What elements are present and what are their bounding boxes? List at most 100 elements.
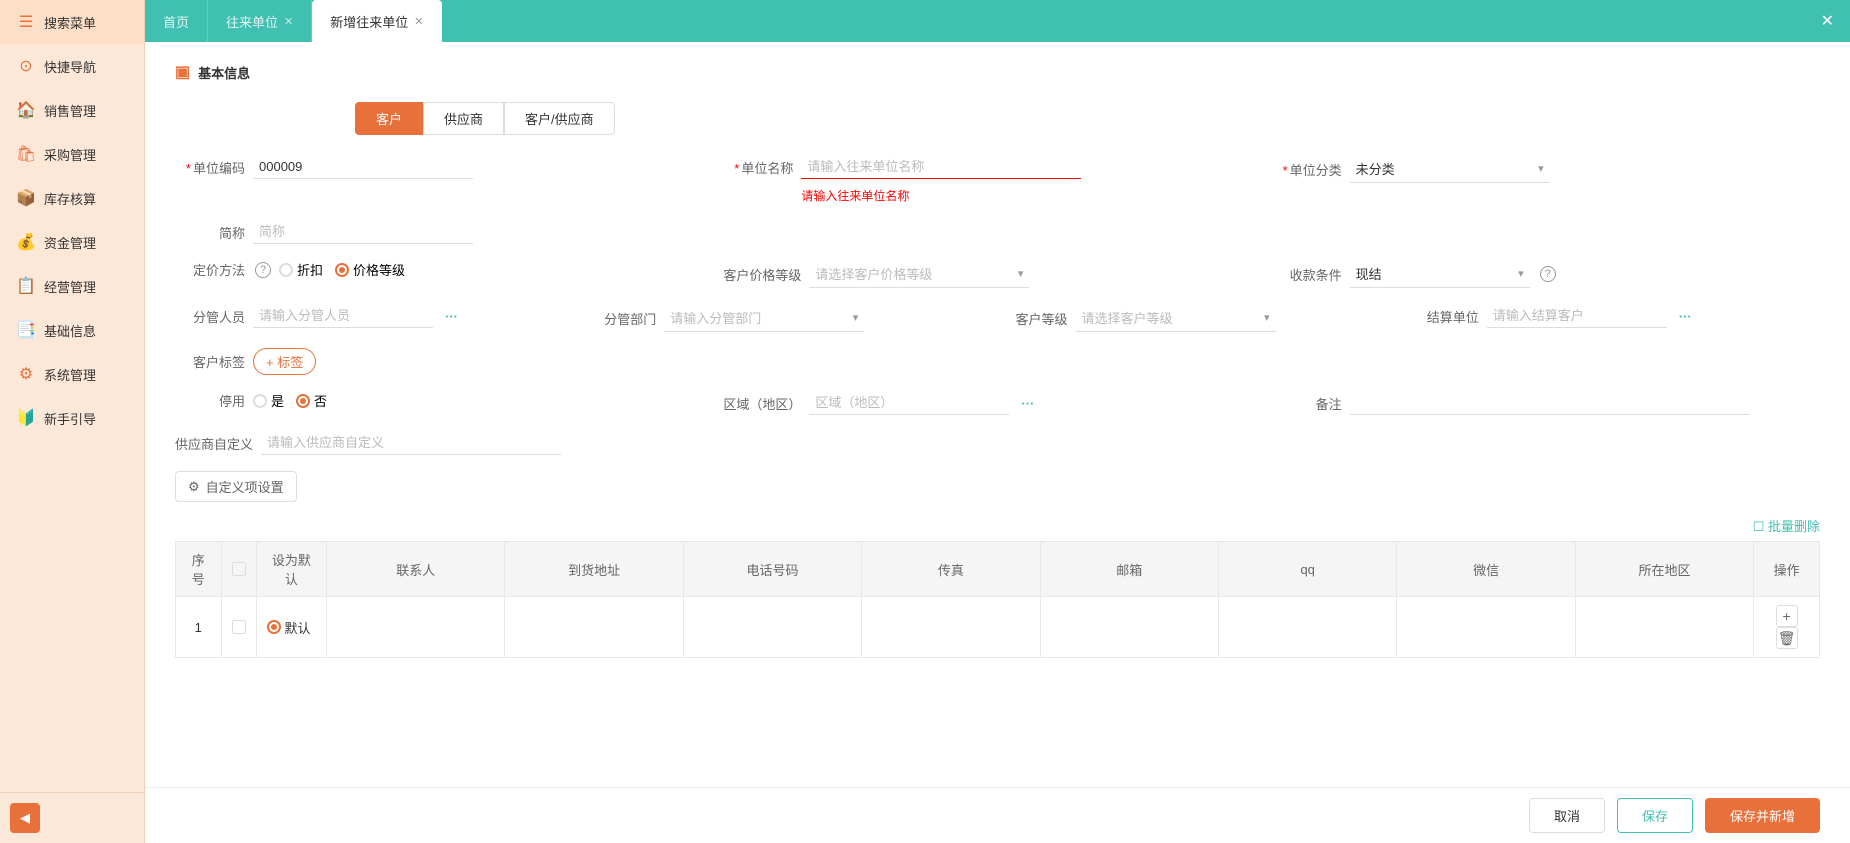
sidebar-item-finance[interactable]: 💰 资金管理 [0, 220, 144, 264]
department-select[interactable]: 请输入分管部门 ▾ [664, 304, 864, 332]
row-delete-btn[interactable]: 🗑 [1776, 627, 1798, 649]
disable-no-label: 否 [314, 391, 327, 410]
cancel-button[interactable]: 取消 [1529, 798, 1605, 833]
pricing-help-icon[interactable]: ? [255, 262, 271, 278]
batch-delete-label: 批量删除 [1768, 519, 1820, 534]
sidebar-item-base[interactable]: 📑 基础信息 [0, 308, 144, 352]
col-qq: qq [1218, 542, 1397, 597]
unit-name-input[interactable] [801, 155, 1081, 179]
manager-input[interactable] [253, 304, 433, 328]
tab-new-contact[interactable]: 新增往来单位 ✕ [312, 0, 442, 42]
disable-yes-radio[interactable]: 是 [253, 391, 284, 410]
row-qq-input[interactable] [1229, 620, 1387, 635]
custom-settings-btn[interactable]: ⚙ 自定义项设置 [175, 471, 297, 502]
disable-yes-label: 是 [271, 391, 284, 410]
sidebar-item-purchase[interactable]: 🛍 采购管理 [0, 132, 144, 176]
row-phone-input[interactable] [694, 620, 851, 635]
sidebar-item-system[interactable]: ⚙ 系统管理 [0, 352, 144, 396]
pricing-level-radio[interactable]: 价格等级 [335, 260, 405, 279]
col-default: 设为默认 [256, 542, 327, 597]
tags-row: 客户标签 + 标签 [175, 348, 1820, 375]
customer-level-placeholder: 请选择客户等级 [1082, 308, 1260, 327]
row-no: 1 [176, 597, 222, 658]
add-tag-label: + 标签 [266, 352, 303, 371]
table-header-checkbox[interactable] [232, 562, 246, 576]
settlement-field: 结算单位 ··· [1409, 304, 1820, 328]
sidebar-item-stock[interactable]: 📦 库存核算 [0, 176, 144, 220]
pricing-discount-radio[interactable]: 折扣 [279, 260, 323, 279]
row-email-input[interactable] [1051, 620, 1208, 635]
settlement-input[interactable] [1487, 304, 1667, 328]
customer-price-chevron: ▾ [1018, 267, 1024, 280]
row-region-input[interactable] [1586, 620, 1743, 635]
payment-condition-help-icon[interactable]: ? [1540, 266, 1556, 282]
pricing-row: 定价方法 ? 折扣 价格等级 客户价格等级 请选择客户价格等级 [175, 260, 1820, 288]
sidebar-item-newbie[interactable]: 🔰 新手引导 [0, 396, 144, 440]
custom-settings-label: 自定义项设置 [206, 477, 284, 496]
note-label: 备注 [1272, 394, 1342, 413]
row-fax-input[interactable] [872, 620, 1029, 635]
row-fax [862, 597, 1040, 658]
customer-price-field: 客户价格等级 请选择客户价格等级 ▾ [723, 260, 1271, 288]
unit-code-input[interactable] [253, 155, 473, 179]
row-default-radio[interactable]: 默认 [267, 618, 317, 637]
sidebar-item-operations[interactable]: 📋 经营管理 [0, 264, 144, 308]
batch-delete-btn[interactable]: ☐ 批量删除 [175, 516, 1820, 535]
contact-table: 序号 设为默认 联系人 到货地址 电话号码 传真 邮箱 qq 微信 所在地区 操… [175, 541, 1820, 658]
manager-row: 分管人员 ··· 分管部门 请输入分管部门 ▾ 客户等级 请选择客户等级 ▾ 结… [175, 304, 1820, 332]
customer-price-placeholder: 请选择客户价格等级 [815, 264, 1013, 283]
disable-no-radio[interactable]: 否 [296, 391, 327, 410]
note-input[interactable] [1350, 391, 1750, 415]
manager-dots-btn[interactable]: ··· [445, 309, 458, 324]
unit-type-supplier-btn[interactable]: 供应商 [423, 102, 504, 135]
short-name-label: 简称 [175, 223, 245, 242]
tags-label: 客户标签 [175, 352, 245, 371]
settlement-dots-btn[interactable]: ··· [1679, 309, 1692, 324]
unit-type-customer-btn[interactable]: 客户 [355, 102, 423, 135]
row-action: + 🗑 [1754, 597, 1820, 658]
save-button[interactable]: 保存 [1617, 798, 1693, 833]
add-tag-btn[interactable]: + 标签 [253, 348, 316, 375]
tab-home-label: 首页 [163, 12, 189, 31]
sidebar-collapse-btn[interactable]: ◀ [10, 803, 40, 833]
unit-category-select[interactable]: 未分类 ▾ [1350, 155, 1550, 183]
unit-name-label: 单位名称 [723, 158, 793, 177]
row-address-input[interactable] [515, 620, 672, 635]
unit-category-chevron: ▾ [1538, 162, 1544, 175]
pricing-level-label: 价格等级 [353, 260, 405, 279]
row-checkbox-input[interactable] [232, 620, 246, 634]
sidebar-label-purchase: 采购管理 [44, 145, 96, 164]
payment-condition-select[interactable]: 现结 ▾ [1350, 260, 1530, 288]
supplier-custom-field: 供应商自定义 [175, 431, 1820, 455]
tab-bar-close-btn[interactable]: ✕ [1805, 11, 1850, 31]
note-field: 备注 [1272, 391, 1820, 415]
tab-contacts-close[interactable]: ✕ [284, 15, 293, 28]
tab-home[interactable]: 首页 [145, 0, 208, 42]
sidebar-item-search[interactable]: ☰ 搜索菜单 [0, 0, 144, 44]
unit-type-row: 客户 供应商 客户/供应商 [175, 102, 1820, 135]
unit-type-both-btn[interactable]: 客户/供应商 [504, 102, 615, 135]
tab-contacts[interactable]: 往来单位 ✕ [208, 0, 312, 42]
sidebar: ☰ 搜索菜单 ⊙ 快捷导航 🏠 销售管理 🛍 采购管理 📦 库存核算 💰 资金管… [0, 0, 145, 843]
short-name-input[interactable] [253, 220, 473, 244]
pricing-discount-label: 折扣 [297, 260, 323, 279]
customer-level-field: 客户等级 请选择客户等级 ▾ [998, 304, 1409, 332]
pricing-method-label: 定价方法 [175, 260, 245, 279]
payment-condition-value: 现结 [1356, 264, 1514, 283]
area-dots-btn[interactable]: ··· [1021, 396, 1034, 411]
tab-new-contact-close[interactable]: ✕ [414, 15, 423, 28]
disable-label: 停用 [175, 391, 245, 410]
row-contact-input[interactable] [337, 620, 494, 635]
sidebar-item-quick-nav[interactable]: ⊙ 快捷导航 [0, 44, 144, 88]
supplier-custom-input[interactable] [261, 431, 561, 455]
sidebar-bottom: ◀ [0, 792, 144, 843]
row-add-btn[interactable]: + [1776, 605, 1798, 627]
sidebar-label-newbie: 新手引导 [44, 409, 96, 428]
customer-level-select[interactable]: 请选择客户等级 ▾ [1076, 304, 1276, 332]
customer-price-select[interactable]: 请选择客户价格等级 ▾ [809, 260, 1029, 288]
supplier-custom-row: 供应商自定义 [175, 431, 1820, 455]
row-wechat-input[interactable] [1407, 620, 1564, 635]
area-input[interactable] [809, 391, 1009, 415]
sidebar-item-sales[interactable]: 🏠 销售管理 [0, 88, 144, 132]
save-new-button[interactable]: 保存并新增 [1705, 798, 1820, 833]
